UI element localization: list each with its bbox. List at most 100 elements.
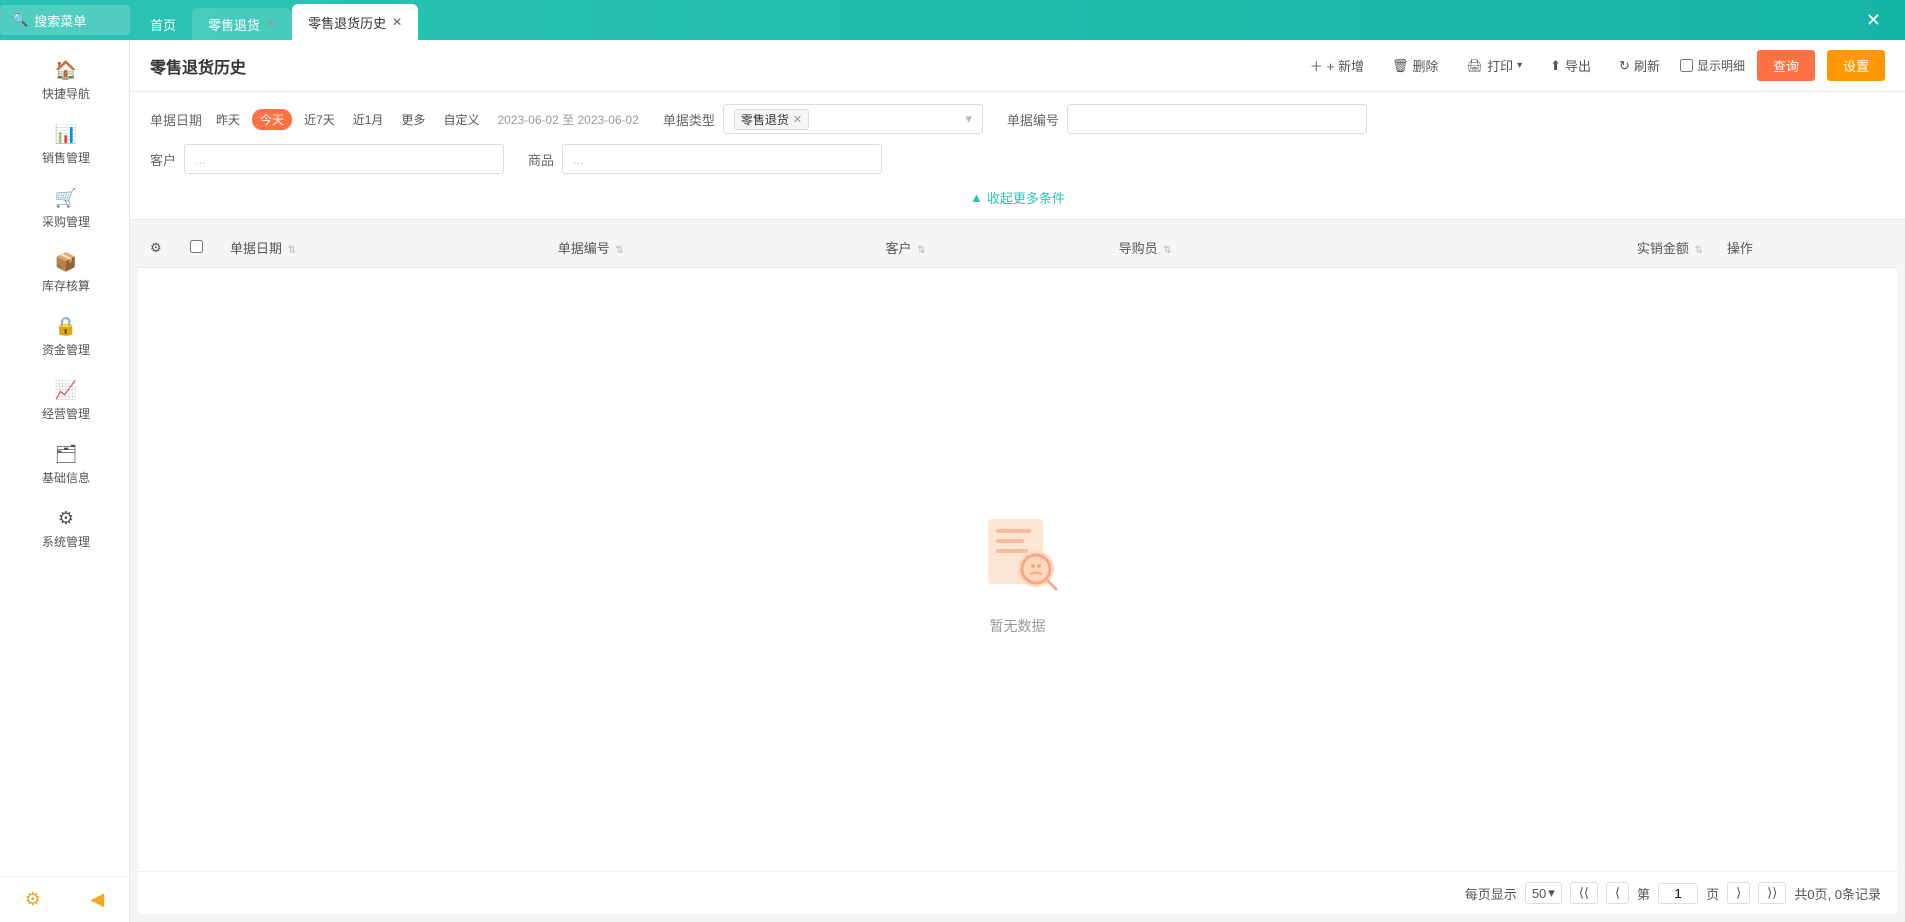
display-detail-input[interactable] — [1680, 59, 1693, 72]
collapse-sidebar-btn[interactable]: ◀ — [90, 889, 104, 910]
sidebar-item-sales[interactable]: 📊 销售管理 — [0, 112, 129, 176]
search-menu[interactable]: 🔍 搜索菜单 — [0, 5, 130, 35]
settings-button[interactable]: 设置 — [1827, 50, 1885, 81]
sort-no-icon[interactable]: ⇅ — [615, 245, 623, 256]
export-button[interactable]: ⬆ 导出 — [1542, 52, 1599, 79]
tab-retail-return[interactable]: 零售退货 ✕ — [192, 8, 292, 40]
empty-state: 暂无数据 — [138, 268, 1897, 871]
search-icon: 🔍 — [12, 12, 28, 28]
per-page-dropdown-icon: ▾ — [1548, 885, 1555, 901]
sidebar-item-operations[interactable]: 📈 经营管理 — [0, 368, 129, 432]
print-icon: 🖨 — [1467, 58, 1484, 74]
total-label: 共0页, 0条记录 — [1794, 884, 1881, 903]
display-detail-checkbox[interactable]: 显示明细 — [1680, 57, 1745, 74]
collapse-button[interactable]: ▲ 收起更多条件 — [970, 188, 1065, 207]
col-date: 单据日期 ⇅ — [218, 228, 546, 268]
date-filter-label: 单据日期 — [150, 110, 202, 129]
settings-bottom-btn[interactable]: ⚙ — [25, 889, 41, 910]
sidebar-label-inventory: 库存核算 — [42, 277, 90, 294]
sidebar-item-inventory[interactable]: 📦 库存核算 — [0, 240, 129, 304]
refresh-button[interactable]: ↻ 刷新 — [1611, 52, 1668, 79]
tab-retail-return-close[interactable]: ✕ — [266, 17, 276, 31]
per-page-label: 每页显示 — [1465, 884, 1517, 903]
next-page-btn[interactable]: ⟩ — [1727, 882, 1750, 904]
voucher-type-tag-close[interactable]: ✕ — [793, 113, 802, 126]
print-button[interactable]: 🖨 打印 ▾ — [1459, 52, 1531, 79]
first-page-btn[interactable]: ⟨⟨ — [1570, 882, 1598, 904]
content-area: 零售退货历史 ＋ + 新增 🗑 删除 🖨 打印 ▾ ⬆ 导出 — [130, 40, 1905, 922]
date-opt-1month[interactable]: 近1月 — [347, 109, 390, 130]
date-opt-more[interactable]: 更多 — [395, 109, 431, 130]
empty-icon — [968, 504, 1068, 604]
sort-date-icon[interactable]: ⇅ — [288, 245, 296, 256]
voucher-no-input[interactable] — [1067, 104, 1367, 134]
sidebar-label-operations: 经营管理 — [42, 405, 90, 422]
goods-filter: 商品 ... — [528, 144, 882, 174]
data-table: ⚙ 单据日期 ⇅ 单据编号 ⇅ — [138, 228, 1897, 268]
per-page-value: 50 — [1532, 886, 1546, 901]
tab-home[interactable]: 首页 — [134, 8, 192, 40]
sidebar-item-finance[interactable]: 🔒 资金管理 — [0, 304, 129, 368]
customer-placeholder: ... — [195, 152, 206, 167]
tab-retail-return-history-close[interactable]: ✕ — [392, 15, 402, 29]
sidebar-item-quicknav[interactable]: 🏠 快捷导航 — [0, 48, 129, 112]
sidebar-item-purchase[interactable]: 🛒 采购管理 — [0, 176, 129, 240]
date-options: 昨天 今天 近7天 近1月 更多 自定义 — [210, 109, 485, 130]
delete-button[interactable]: 🗑 删除 — [1384, 52, 1447, 79]
customer-input[interactable]: ... — [184, 144, 504, 174]
prev-page-btn[interactable]: ⟨ — [1606, 882, 1629, 904]
last-page-btn[interactable]: ⟩⟩ — [1758, 882, 1786, 904]
page-label: 第 — [1637, 884, 1650, 903]
sort-amount-icon[interactable]: ⇅ — [1694, 245, 1702, 256]
sidebar-label-basicinfo: 基础信息 — [42, 469, 90, 486]
top-bar-right: ✕ — [1858, 6, 1905, 35]
collapse-up-icon: ▲ — [970, 190, 983, 205]
page-input[interactable] — [1658, 883, 1698, 904]
date-opt-yesterday[interactable]: 昨天 — [210, 109, 246, 130]
col-action: 操作 — [1715, 228, 1897, 268]
sidebar-label-sales: 销售管理 — [42, 149, 90, 166]
table-settings-icon[interactable]: ⚙ — [150, 240, 162, 255]
goods-input[interactable]: ... — [562, 144, 882, 174]
customer-filter: 客户 ... — [150, 144, 504, 174]
goods-label: 商品 — [528, 150, 554, 169]
col-guide: 导购员 ⇅ — [1107, 228, 1387, 268]
tab-retail-return-history[interactable]: 零售退货历史 ✕ — [292, 4, 418, 40]
sort-customer-icon[interactable]: ⇅ — [917, 245, 925, 256]
empty-text: 暂无数据 — [990, 616, 1046, 636]
per-page-select[interactable]: 50 ▾ — [1525, 882, 1562, 904]
print-dropdown-icon: ▾ — [1517, 60, 1522, 71]
voucher-type-label: 单据类型 — [663, 110, 715, 129]
sidebar-item-system[interactable]: ⚙ 系统管理 — [0, 496, 129, 560]
sidebar-label-finance: 资金管理 — [42, 341, 90, 358]
filter-panel: 单据日期 昨天 今天 近7天 近1月 更多 自定义 2023-06-02 至 2… — [130, 92, 1905, 220]
date-range-display: 2023-06-02 至 2023-06-02 — [497, 111, 638, 128]
export-icon: ⬆ — [1550, 58, 1561, 74]
customer-label: 客户 — [150, 150, 176, 169]
sort-guide-icon[interactable]: ⇅ — [1163, 245, 1171, 256]
voucher-type-select[interactable]: 零售退货 ✕ ▾ — [723, 104, 983, 134]
query-button[interactable]: 查询 — [1757, 50, 1815, 81]
col-checkbox — [178, 228, 218, 268]
col-amount: 实销金额 ⇅ — [1387, 228, 1715, 268]
purchase-icon: 🛒 — [55, 188, 77, 209]
col-settings: ⚙ — [138, 228, 178, 268]
page-title: 零售退货历史 — [150, 54, 246, 78]
select-all-checkbox[interactable] — [190, 240, 203, 253]
inventory-icon: 📦 — [55, 252, 77, 273]
date-opt-custom[interactable]: 自定义 — [437, 109, 485, 130]
sidebar-item-basicinfo[interactable]: 🗂 基础信息 — [0, 432, 129, 496]
tab-bar: 首页 零售退货 ✕ 零售退货历史 ✕ — [130, 0, 1858, 40]
page-actions: ＋ + 新增 🗑 删除 🖨 打印 ▾ ⬆ 导出 ↻ — [1302, 50, 1885, 81]
page-header: 零售退货历史 ＋ + 新增 🗑 删除 🖨 打印 ▾ ⬆ 导出 — [130, 40, 1905, 92]
main-layout: 🏠 快捷导航 📊 销售管理 🛒 采购管理 📦 库存核算 🔒 资金管理 📈 经营管… — [0, 40, 1905, 922]
date-filter: 单据日期 昨天 今天 近7天 近1月 更多 自定义 2023-06-02 至 2… — [150, 109, 639, 130]
new-button[interactable]: ＋ + 新增 — [1302, 52, 1372, 79]
sidebar-label-quicknav: 快捷导航 — [42, 85, 90, 102]
search-menu-label: 搜索菜单 — [34, 11, 86, 30]
window-close-button[interactable]: ✕ — [1858, 6, 1889, 35]
date-opt-today[interactable]: 今天 — [252, 109, 292, 130]
basicinfo-icon: 🗂 — [55, 444, 78, 465]
date-opt-7days[interactable]: 近7天 — [298, 109, 341, 130]
pagination: 每页显示 50 ▾ ⟨⟨ ⟨ 第 页 ⟩ ⟩⟩ 共0页, 0条记录 — [138, 871, 1897, 914]
